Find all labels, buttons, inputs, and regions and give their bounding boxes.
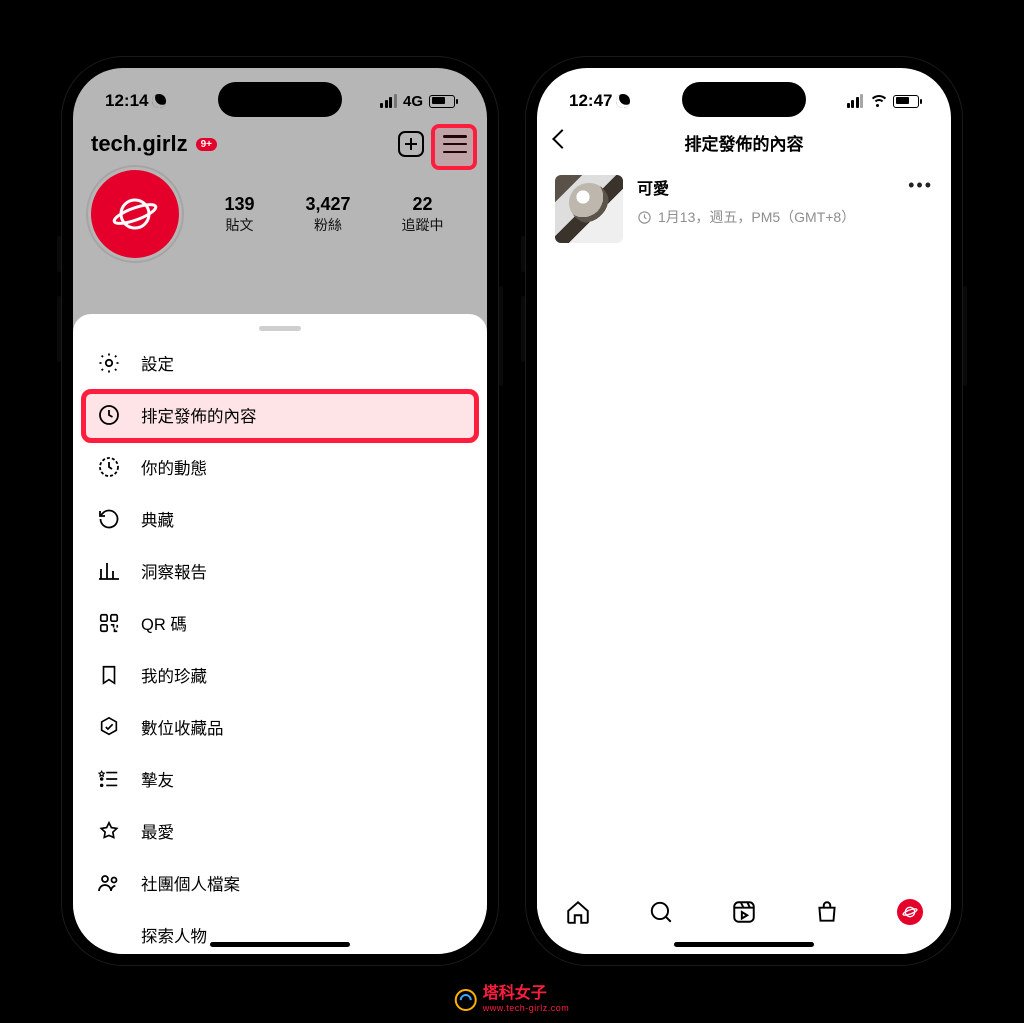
star-icon	[97, 819, 121, 843]
avatar[interactable]	[91, 170, 179, 258]
notification-badge: 9+	[196, 138, 217, 151]
menu-label: 數位收藏品	[141, 715, 224, 739]
stat-followers[interactable]: 3,427 粉絲	[306, 194, 351, 235]
post-thumbnail	[555, 175, 623, 243]
options-sheet: 設定 排定發佈的內容 你的動態	[73, 314, 487, 954]
watermark-text: 塔科女子	[483, 986, 570, 1002]
menu-saved[interactable]: 我的珍藏	[73, 649, 487, 701]
menu-label: 我的珍藏	[141, 663, 207, 687]
menu-discover[interactable]: 探索人物	[73, 909, 487, 954]
stat-following[interactable]: 22 追蹤中	[402, 194, 444, 235]
highlight-menu	[431, 124, 477, 170]
profile-stats-row: 139 貼文 3,427 粉絲 22 追蹤中	[73, 168, 487, 258]
clock-icon	[97, 403, 121, 427]
menu-label: 摯友	[141, 767, 174, 791]
wifi-icon	[869, 95, 887, 108]
battery-icon	[429, 95, 455, 108]
nav-header: 排定發佈的內容	[537, 124, 951, 167]
menu-settings[interactable]: 設定	[73, 337, 487, 389]
discover-icon	[97, 923, 121, 947]
menu-archive[interactable]: 典藏	[73, 493, 487, 545]
tab-home[interactable]	[565, 899, 591, 925]
cellular-icon	[847, 94, 864, 108]
menu-label: 典藏	[141, 507, 174, 531]
menu-label: 最愛	[141, 819, 174, 843]
tab-profile[interactable]	[897, 899, 923, 925]
menu-label: QR 碼	[141, 611, 187, 635]
menu-label: 洞察報告	[141, 559, 207, 583]
dnd-moon-icon	[151, 92, 169, 110]
username[interactable]: tech.girlz	[91, 131, 188, 157]
qr-icon	[97, 611, 121, 635]
dynamic-island	[218, 82, 342, 117]
archive-icon	[97, 507, 121, 531]
hexagon-check-icon	[97, 715, 121, 739]
cellular-icon	[380, 94, 397, 108]
menu-label: 社團個人檔案	[141, 871, 240, 895]
sheet-grabber[interactable]	[259, 326, 301, 331]
menu-button[interactable]	[441, 130, 469, 158]
dnd-moon-icon	[615, 92, 633, 110]
bookmark-icon	[97, 663, 121, 687]
chart-icon	[97, 559, 121, 583]
battery-icon	[893, 95, 919, 108]
activity-icon	[97, 455, 121, 479]
menu-label: 設定	[141, 351, 174, 375]
network-label: 4G	[403, 93, 423, 110]
menu-scheduled[interactable]: 排定發佈的內容	[73, 389, 487, 441]
menu-label: 你的動態	[141, 455, 207, 479]
post-schedule-time: 1月13，週五，PM5（GMT+8）	[637, 207, 933, 227]
create-button[interactable]	[397, 130, 425, 158]
status-time: 12:47	[569, 91, 612, 111]
post-caption: 可愛	[637, 175, 669, 199]
tab-reels[interactable]	[731, 899, 757, 925]
people-icon	[97, 871, 121, 895]
clock-icon	[637, 210, 652, 225]
tab-shop[interactable]	[814, 899, 840, 925]
menu-qr[interactable]: QR 碼	[73, 597, 487, 649]
stat-posts[interactable]: 139 貼文	[224, 194, 254, 235]
list-star-icon	[97, 767, 121, 791]
menu-digital[interactable]: 數位收藏品	[73, 701, 487, 753]
menu-activity[interactable]: 你的動態	[73, 441, 487, 493]
menu-close-friends[interactable]: 摯友	[73, 753, 487, 805]
watermark: 塔科女子 www.tech-girlz.com	[455, 986, 570, 1013]
page-title: 排定發佈的內容	[685, 130, 804, 155]
menu-favorites[interactable]: 最愛	[73, 805, 487, 857]
watermark-icon	[455, 989, 477, 1011]
post-more-button[interactable]: •••	[908, 175, 933, 196]
tab-search[interactable]	[648, 899, 674, 925]
menu-label: 探索人物	[141, 923, 207, 947]
status-time: 12:14	[105, 91, 148, 111]
home-indicator[interactable]	[210, 942, 350, 947]
dynamic-island	[682, 82, 806, 117]
back-button[interactable]	[552, 129, 572, 149]
phone-right: 12:47 排定發佈的內容 可愛 •••	[525, 56, 963, 966]
home-indicator[interactable]	[674, 942, 814, 947]
profile-header: tech.girlz 9+	[73, 124, 487, 168]
scheduled-post-row[interactable]: 可愛 ••• 1月13，週五，PM5（GMT+8）	[537, 167, 951, 251]
gear-icon	[97, 351, 121, 375]
menu-insights[interactable]: 洞察報告	[73, 545, 487, 597]
watermark-url: www.tech-girlz.com	[483, 1004, 570, 1013]
menu-group-profiles[interactable]: 社團個人檔案	[73, 857, 487, 909]
menu-label: 排定發佈的內容	[141, 403, 257, 427]
plus-square-icon	[398, 131, 424, 157]
phone-left: 12:14 4G tech.girlz 9+	[61, 56, 499, 966]
